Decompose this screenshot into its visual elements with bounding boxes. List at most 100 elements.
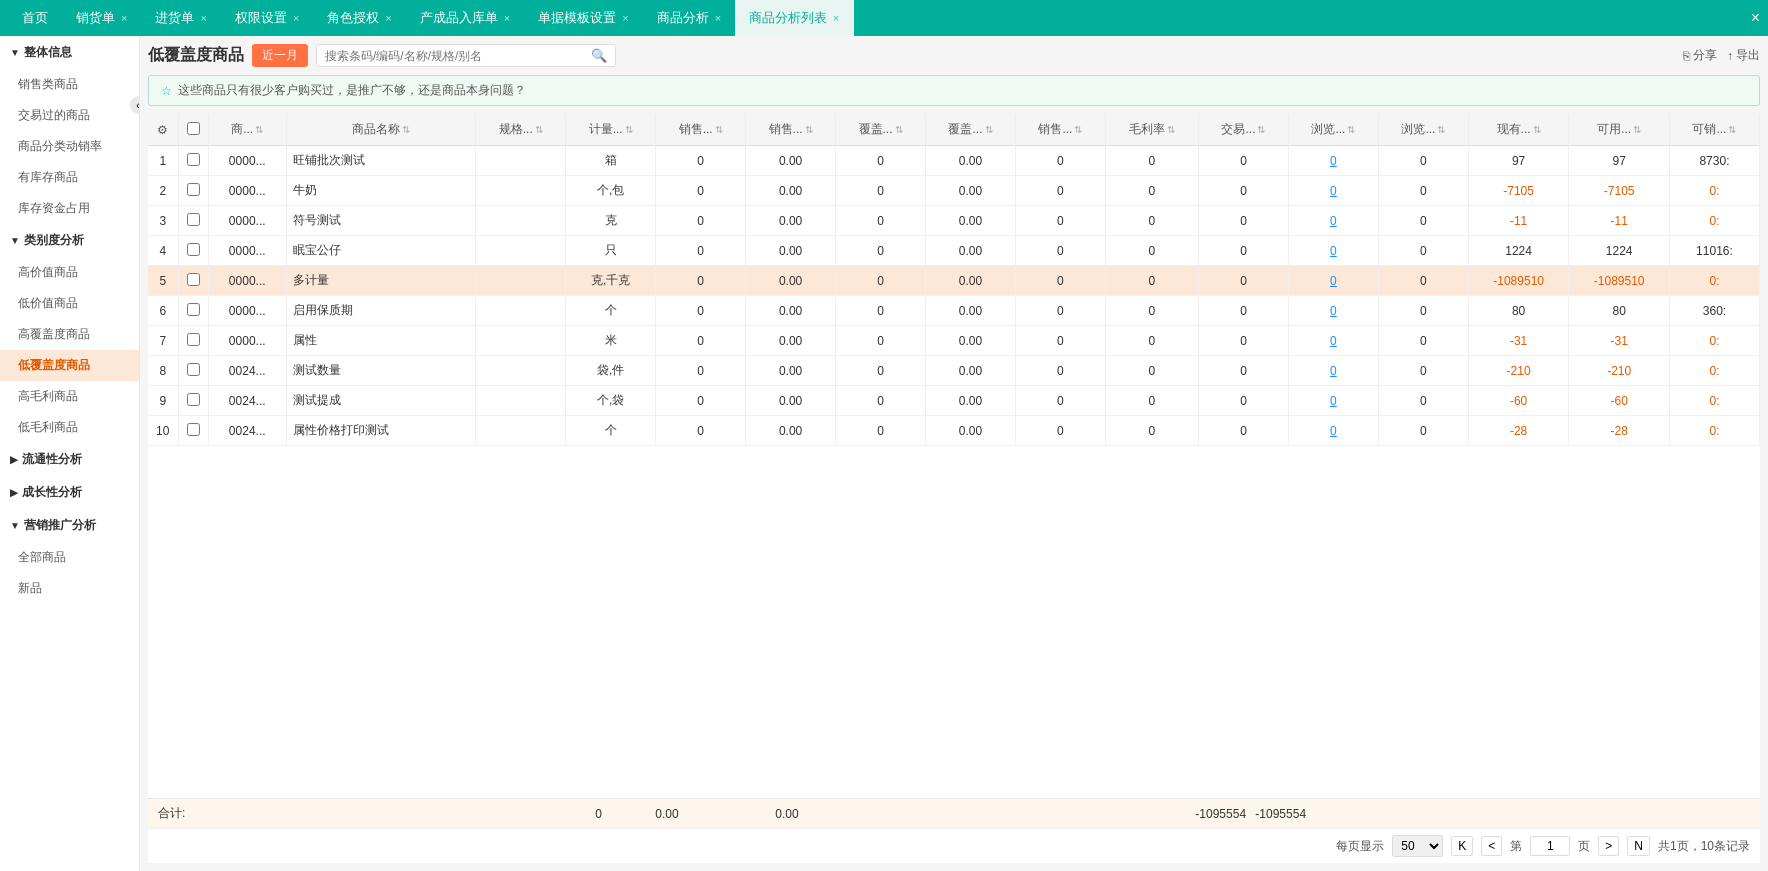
table-row: 8 0024... 测试数量 袋,件 0 0.00 0 0.00 0 0 0 0…	[148, 356, 1760, 386]
row-checkbox[interactable]	[178, 416, 208, 446]
nav-role-auth[interactable]: 角色授权 ×	[313, 0, 405, 36]
row-b1[interactable]: 0	[1288, 386, 1378, 416]
row-checkbox[interactable]	[178, 386, 208, 416]
close-icon[interactable]: ×	[715, 12, 721, 24]
row-select-checkbox[interactable]	[187, 303, 200, 316]
col-unit[interactable]: 计量...⇅	[566, 114, 656, 146]
row-checkbox[interactable]	[178, 176, 208, 206]
row-select-checkbox[interactable]	[187, 273, 200, 286]
nav-finished-goods[interactable]: 产成品入库单 ×	[406, 0, 524, 36]
prev-page-button[interactable]: <	[1481, 836, 1502, 856]
sidebar-item-inventory-capital[interactable]: 库存资金占用	[0, 193, 139, 224]
sidebar-item-high-coverage[interactable]: 高覆盖度商品	[0, 319, 139, 350]
col-sales3[interactable]: 销售...⇅	[1015, 114, 1105, 146]
nav-template-settings[interactable]: 单据模板设置 ×	[524, 0, 642, 36]
row-checkbox[interactable]	[178, 326, 208, 356]
row-select-checkbox[interactable]	[187, 153, 200, 166]
close-icon[interactable]: ×	[504, 12, 510, 24]
col-transactions[interactable]: 交易...⇅	[1199, 114, 1289, 146]
sidebar-item-in-stock-goods[interactable]: 有库存商品	[0, 162, 139, 193]
col-views1[interactable]: 浏览...⇅	[1288, 114, 1378, 146]
sidebar-item-sales-goods[interactable]: 销售类商品	[0, 69, 139, 100]
nav-home[interactable]: 首页	[8, 0, 62, 36]
row-select-checkbox[interactable]	[187, 393, 200, 406]
page-number-input[interactable]	[1530, 836, 1570, 856]
sidebar-item-high-margin[interactable]: 高毛利商品	[0, 381, 139, 412]
close-icon[interactable]: ×	[200, 12, 206, 24]
select-all-checkbox[interactable]	[187, 122, 200, 135]
nav-permission-settings[interactable]: 权限设置 ×	[221, 0, 313, 36]
time-filter-button[interactable]: 近一月	[252, 44, 308, 67]
row-select-checkbox[interactable]	[187, 423, 200, 436]
sidebar-section-liquidity[interactable]: ▶ 流通性分析	[0, 443, 139, 476]
sidebar-section-marketing[interactable]: ▼ 营销推广分析	[0, 509, 139, 542]
sidebar-item-category-sales-rate[interactable]: 商品分类动销率	[0, 131, 139, 162]
col-coverage1[interactable]: 覆盖...⇅	[836, 114, 926, 146]
row-select-checkbox[interactable]	[187, 183, 200, 196]
col-name[interactable]: 商品名称⇅	[286, 114, 475, 146]
row-b1[interactable]: 0	[1288, 416, 1378, 446]
col-stock1[interactable]: 现有...⇅	[1468, 114, 1569, 146]
nav-product-analysis[interactable]: 商品分析 ×	[643, 0, 735, 36]
row-checkbox[interactable]	[178, 356, 208, 386]
col-views2[interactable]: 浏览...⇅	[1378, 114, 1468, 146]
col-margin[interactable]: 毛利率⇅	[1105, 114, 1198, 146]
share-button[interactable]: ⎘ 分享	[1683, 47, 1717, 64]
row-b1[interactable]: 0	[1288, 266, 1378, 296]
last-page-button[interactable]: N	[1627, 836, 1650, 856]
sidebar-section-growth[interactable]: ▶ 成长性分析	[0, 476, 139, 509]
close-icon[interactable]: ×	[385, 12, 391, 24]
sidebar-item-low-margin[interactable]: 低毛利商品	[0, 412, 139, 443]
row-b1[interactable]: 0	[1288, 206, 1378, 236]
close-icon[interactable]: ×	[833, 12, 839, 24]
per-page-select[interactable]: 50 100 200	[1392, 835, 1443, 857]
col-checkbox[interactable]	[178, 114, 208, 146]
sidebar-item-low-value[interactable]: 低价值商品	[0, 288, 139, 319]
close-icon[interactable]: ×	[121, 12, 127, 24]
row-checkbox[interactable]	[178, 266, 208, 296]
row-checkbox[interactable]	[178, 146, 208, 176]
sidebar-item-low-coverage[interactable]: 低覆盖度商品	[0, 350, 139, 381]
close-icon[interactable]: ×	[622, 12, 628, 24]
nav-sales-order[interactable]: 销货单 ×	[62, 0, 141, 36]
export-button[interactable]: ↑ 导出	[1727, 47, 1760, 64]
sidebar-section-category-analysis[interactable]: ▼ 类别度分析	[0, 224, 139, 257]
close-icon[interactable]: ×	[293, 12, 299, 24]
search-icon[interactable]: 🔍	[591, 48, 607, 63]
col-stock2[interactable]: 可用...⇅	[1569, 114, 1670, 146]
sidebar-item-all-goods[interactable]: 全部商品	[0, 542, 139, 573]
first-page-button[interactable]: K	[1451, 836, 1473, 856]
row-select-checkbox[interactable]	[187, 243, 200, 256]
col-spec[interactable]: 规格...⇅	[476, 114, 566, 146]
window-close-button[interactable]: ×	[1751, 9, 1760, 27]
footer-stock2: -1095554	[1255, 807, 1315, 821]
sidebar-section-overall[interactable]: ▼ 整体信息	[0, 36, 139, 69]
col-stock3[interactable]: 可销...⇅	[1669, 114, 1759, 146]
row-select-checkbox[interactable]	[187, 363, 200, 376]
sidebar-item-traded-goods[interactable]: 交易过的商品	[0, 100, 139, 131]
row-select-checkbox[interactable]	[187, 333, 200, 346]
sidebar-item-new-goods[interactable]: 新品	[0, 573, 139, 604]
row-s3: 0	[836, 356, 926, 386]
col-coverage2[interactable]: 覆盖...⇅	[926, 114, 1016, 146]
row-select-checkbox[interactable]	[187, 213, 200, 226]
col-code[interactable]: 商...⇅	[208, 114, 286, 146]
col-settings[interactable]: ⚙	[148, 114, 178, 146]
row-b1[interactable]: 0	[1288, 176, 1378, 206]
row-b1[interactable]: 0	[1288, 356, 1378, 386]
row-b1[interactable]: 0	[1288, 146, 1378, 176]
row-checkbox[interactable]	[178, 236, 208, 266]
nav-purchase-order[interactable]: 进货单 ×	[141, 0, 220, 36]
nav-product-analysis-list[interactable]: 商品分析列表 ×	[735, 0, 853, 36]
sidebar-item-high-value[interactable]: 高价值商品	[0, 257, 139, 288]
row-unit: 个	[566, 416, 656, 446]
row-b1[interactable]: 0	[1288, 296, 1378, 326]
row-checkbox[interactable]	[178, 296, 208, 326]
next-page-button[interactable]: >	[1598, 836, 1619, 856]
col-sales2[interactable]: 销售...⇅	[746, 114, 836, 146]
row-b1[interactable]: 0	[1288, 326, 1378, 356]
col-sales1[interactable]: 销售...⇅	[656, 114, 746, 146]
row-b1[interactable]: 0	[1288, 236, 1378, 266]
search-input[interactable]	[325, 49, 591, 63]
row-checkbox[interactable]	[178, 206, 208, 236]
